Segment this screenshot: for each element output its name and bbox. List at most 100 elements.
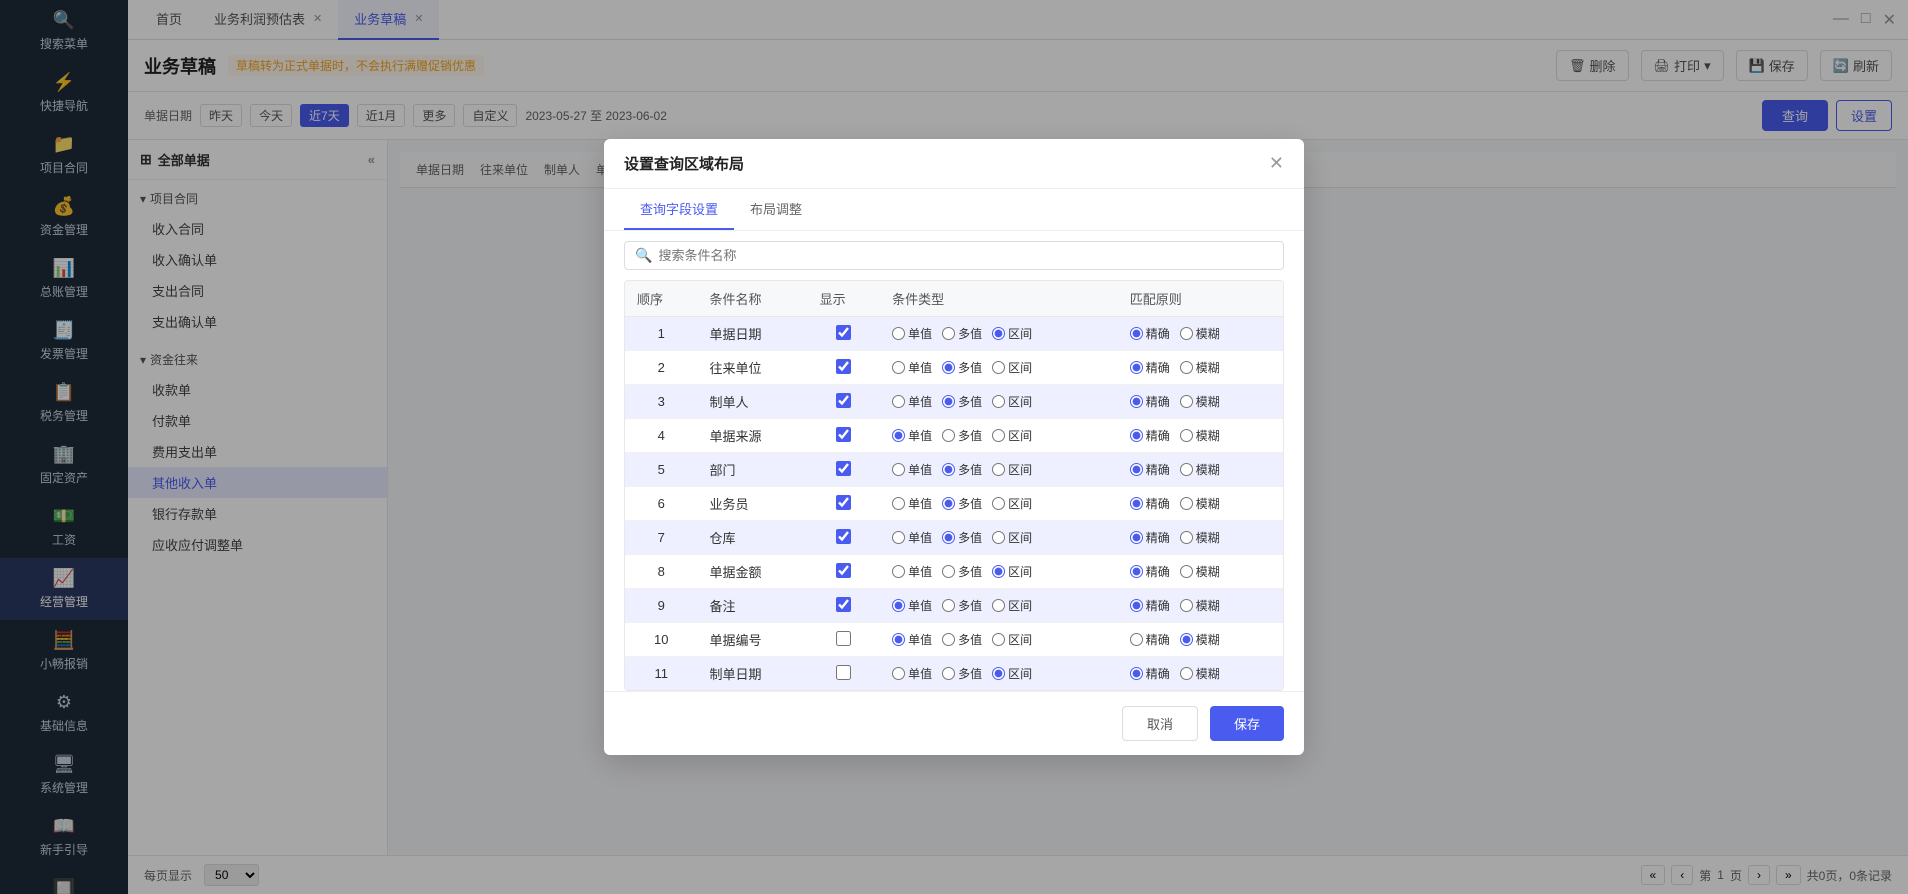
condition-radio-单值[interactable] <box>892 531 905 544</box>
modal-table: 顺序 条件名称 显示 条件类型 匹配原则 1单据日期单值多值区间精确模糊2往来单… <box>624 280 1284 691</box>
cell-display <box>808 623 880 657</box>
modal-search-box: 🔍 <box>624 241 1284 270</box>
cell-condition-type: 单值多值区间 <box>880 385 1118 419</box>
th-modal-display: 显示 <box>808 281 880 317</box>
match-radio-精确[interactable] <box>1130 361 1143 374</box>
modal-close-btn[interactable]: ✕ <box>1269 153 1284 174</box>
display-checkbox[interactable] <box>836 427 851 442</box>
condition-radio-多值[interactable] <box>942 463 955 476</box>
cell-order: 3 <box>625 385 697 419</box>
condition-radio-多值[interactable] <box>942 599 955 612</box>
match-radio-精确[interactable] <box>1130 531 1143 544</box>
match-radio-精确[interactable] <box>1130 497 1143 510</box>
condition-radio-单值[interactable] <box>892 361 905 374</box>
display-checkbox[interactable] <box>836 631 851 646</box>
match-radio-模糊[interactable] <box>1180 463 1193 476</box>
condition-radio-单值[interactable] <box>892 395 905 408</box>
modal-overlay: 设置查询区域布局 ✕ 查询字段设置 布局调整 🔍 顺序 <box>0 0 1908 894</box>
condition-radio-区间[interactable] <box>992 497 1005 510</box>
table-row: 8单据金额单值多值区间精确模糊 <box>625 555 1283 589</box>
match-radio-模糊[interactable] <box>1180 361 1193 374</box>
cell-order: 4 <box>625 419 697 453</box>
match-radio-模糊[interactable] <box>1180 429 1193 442</box>
match-radio-精确[interactable] <box>1130 667 1143 680</box>
condition-radio-区间[interactable] <box>992 361 1005 374</box>
condition-radio-单值[interactable] <box>892 599 905 612</box>
match-radio-精确[interactable] <box>1130 429 1143 442</box>
cell-name: 制单日期 <box>697 657 807 691</box>
cell-match-rule: 精确模糊 <box>1118 657 1283 691</box>
cell-order: 2 <box>625 351 697 385</box>
condition-radio-区间[interactable] <box>992 395 1005 408</box>
condition-radio-单值[interactable] <box>892 667 905 680</box>
modal-header: 设置查询区域布局 ✕ <box>604 139 1304 189</box>
modal-save-button[interactable]: 保存 <box>1210 706 1284 741</box>
condition-radio-多值[interactable] <box>942 395 955 408</box>
modal-tab-fields[interactable]: 查询字段设置 <box>624 189 734 230</box>
modal-tab-layout[interactable]: 布局调整 <box>734 189 818 230</box>
condition-radio-区间[interactable] <box>992 327 1005 340</box>
modal-search-input[interactable] <box>658 248 1273 263</box>
match-radio-精确[interactable] <box>1130 633 1143 646</box>
condition-radio-单值[interactable] <box>892 429 905 442</box>
condition-radio-多值[interactable] <box>942 633 955 646</box>
condition-radio-区间[interactable] <box>992 633 1005 646</box>
match-radio-模糊[interactable] <box>1180 667 1193 680</box>
condition-radio-多值[interactable] <box>942 327 955 340</box>
condition-radio-多值[interactable] <box>942 361 955 374</box>
cell-condition-type: 单值多值区间 <box>880 521 1118 555</box>
condition-radio-多值[interactable] <box>942 565 955 578</box>
display-checkbox[interactable] <box>836 495 851 510</box>
cell-display <box>808 317 880 351</box>
cancel-button[interactable]: 取消 <box>1122 706 1198 741</box>
modal-search-icon: 🔍 <box>635 247 652 264</box>
match-radio-模糊[interactable] <box>1180 327 1193 340</box>
match-radio-模糊[interactable] <box>1180 531 1193 544</box>
th-modal-match-rule: 匹配原则 <box>1118 281 1283 317</box>
cell-display <box>808 419 880 453</box>
cell-name: 业务员 <box>697 487 807 521</box>
match-radio-模糊[interactable] <box>1180 565 1193 578</box>
condition-radio-单值[interactable] <box>892 633 905 646</box>
match-radio-精确[interactable] <box>1130 395 1143 408</box>
condition-radio-区间[interactable] <box>992 565 1005 578</box>
cell-condition-type: 单值多值区间 <box>880 589 1118 623</box>
condition-radio-多值[interactable] <box>942 429 955 442</box>
match-radio-精确[interactable] <box>1130 565 1143 578</box>
condition-radio-区间[interactable] <box>992 599 1005 612</box>
display-checkbox[interactable] <box>836 393 851 408</box>
table-row: 7仓库单值多值区间精确模糊 <box>625 521 1283 555</box>
condition-radio-单值[interactable] <box>892 565 905 578</box>
display-checkbox[interactable] <box>836 529 851 544</box>
match-radio-模糊[interactable] <box>1180 633 1193 646</box>
display-checkbox[interactable] <box>836 359 851 374</box>
condition-radio-单值[interactable] <box>892 497 905 510</box>
condition-radio-区间[interactable] <box>992 463 1005 476</box>
match-radio-模糊[interactable] <box>1180 599 1193 612</box>
display-checkbox[interactable] <box>836 665 851 680</box>
cell-order: 7 <box>625 521 697 555</box>
match-radio-精确[interactable] <box>1130 599 1143 612</box>
display-checkbox[interactable] <box>836 563 851 578</box>
display-checkbox[interactable] <box>836 597 851 612</box>
match-radio-模糊[interactable] <box>1180 395 1193 408</box>
match-radio-模糊[interactable] <box>1180 497 1193 510</box>
match-radio-精确[interactable] <box>1130 327 1143 340</box>
match-radio-精确[interactable] <box>1130 463 1143 476</box>
condition-radio-单值[interactable] <box>892 327 905 340</box>
condition-radio-多值[interactable] <box>942 531 955 544</box>
display-checkbox[interactable] <box>836 461 851 476</box>
condition-radio-区间[interactable] <box>992 531 1005 544</box>
cell-condition-type: 单值多值区间 <box>880 419 1118 453</box>
cell-condition-type: 单值多值区间 <box>880 555 1118 589</box>
condition-radio-单值[interactable] <box>892 463 905 476</box>
cell-display <box>808 657 880 691</box>
condition-radio-区间[interactable] <box>992 667 1005 680</box>
cell-name: 单据日期 <box>697 317 807 351</box>
cell-match-rule: 精确模糊 <box>1118 385 1283 419</box>
condition-radio-多值[interactable] <box>942 497 955 510</box>
condition-radio-多值[interactable] <box>942 667 955 680</box>
condition-radio-区间[interactable] <box>992 429 1005 442</box>
display-checkbox[interactable] <box>836 325 851 340</box>
cell-display <box>808 453 880 487</box>
